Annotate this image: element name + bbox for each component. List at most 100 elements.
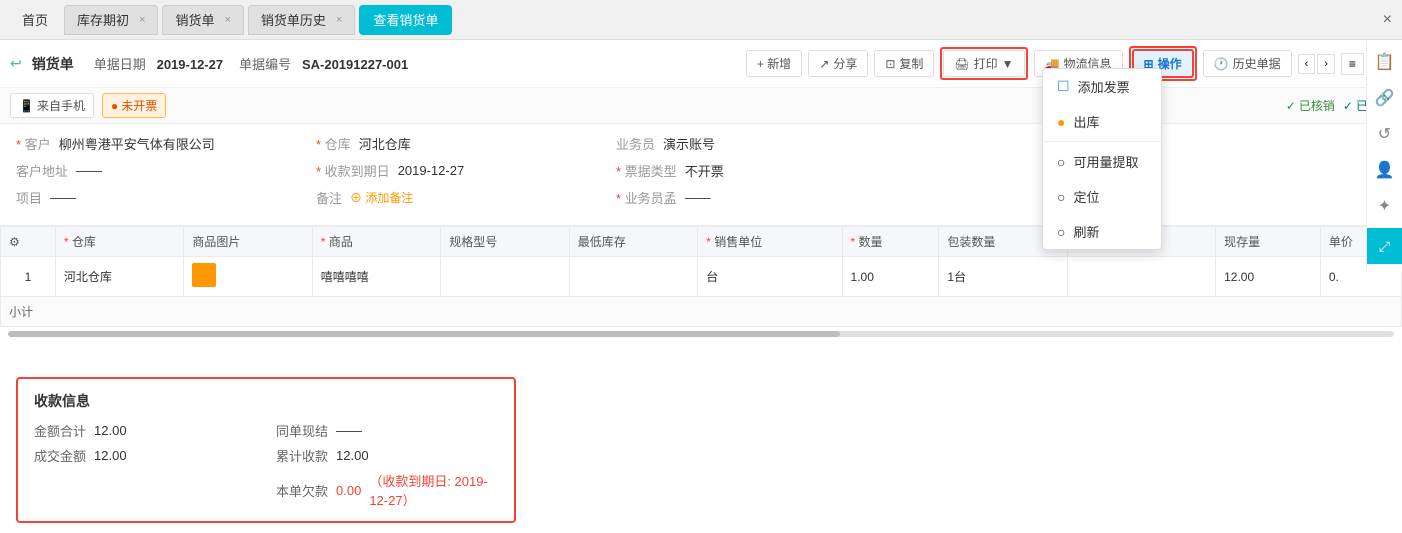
refresh-label: 刷新	[1073, 222, 1099, 241]
warehouse-field: 仓库 河北仓库	[316, 134, 596, 153]
copy-button[interactable]: ⊡ 复制	[874, 50, 934, 77]
ticket-type-value: 不开票	[685, 161, 724, 180]
operation-dropdown: ☐ 添加发票 ● 出库 ○ 可用量提取 ○ 定位 ○ 刷新	[1042, 68, 1162, 250]
sidebar-icon-2[interactable]: 🔗	[1371, 84, 1399, 112]
due-date-label: 收款到期日	[316, 161, 390, 180]
add-note-button[interactable]: ⊕ 添加备注	[350, 189, 413, 206]
sales-history-tab-close[interactable]: ×	[336, 14, 342, 26]
same-order-row: 同单现结 ——	[276, 421, 498, 440]
row-seq: 1	[1, 257, 56, 297]
total-row: 金额合计 12.00	[34, 421, 256, 440]
number-value: SA-20191227-001	[302, 57, 408, 72]
scroll-thumb	[8, 331, 840, 337]
row-package-qty: 1台	[939, 257, 1067, 297]
balance-label: 本单欠款	[276, 481, 328, 500]
sidebar-icon-1[interactable]: 📋	[1371, 48, 1399, 76]
list-view-button[interactable]: ≡	[1341, 53, 1364, 75]
same-order-value: ——	[336, 423, 362, 438]
staff2-value: ——	[685, 190, 711, 205]
row-warehouse: 河北仓库	[55, 257, 183, 297]
sales-order-tab-label: 销货单	[175, 10, 214, 29]
row-current-stock: 12.00	[1216, 257, 1321, 297]
sidebar-icon-3[interactable]: ↺	[1374, 120, 1395, 148]
address-value: ——	[76, 163, 102, 178]
table-header-row: ⚙ * 仓库 商品图片 * 商品 规格型号 最低库存 * 销售单位 * 数量 包…	[1, 227, 1402, 257]
total-value: 12.00	[94, 423, 127, 438]
cumulative-row: 累计收款 12.00	[276, 446, 498, 465]
inventory-tab-close[interactable]: ×	[139, 14, 145, 26]
address-field: 客户地址 ——	[16, 161, 296, 180]
same-order-label: 同单现结	[276, 421, 328, 440]
payment-title: 收款信息	[34, 391, 498, 411]
col-product: * 商品	[312, 227, 440, 257]
project-field: 项目 ——	[16, 188, 296, 207]
print-button[interactable]: 🖨 打印 ▼	[943, 50, 1024, 77]
settings-icon: ⚙	[9, 235, 20, 249]
locate-item[interactable]: ○ 定位	[1043, 179, 1161, 214]
from-phone-button[interactable]: 📱 来自手机	[10, 93, 94, 118]
available-icon: ○	[1057, 154, 1065, 170]
row-available	[1067, 257, 1215, 297]
prev-button[interactable]: ‹	[1298, 54, 1316, 74]
staff-label: 业务员	[616, 134, 655, 153]
not-opened-badge: ● 未开票	[102, 93, 166, 118]
confirmed-label: 已核销	[1299, 97, 1335, 114]
customer-field: 客户 柳州粤港平安气体有限公司	[16, 134, 296, 153]
refresh-item[interactable]: ○ 刷新	[1043, 214, 1161, 249]
tab-view-sales[interactable]: 查看销货单	[359, 5, 452, 35]
address-label: 客户地址	[16, 161, 68, 180]
add-invoice-item[interactable]: ☐ 添加发票	[1043, 69, 1161, 104]
main-close-button[interactable]: ×	[1383, 11, 1392, 29]
invoice-icon: ☐	[1057, 78, 1070, 95]
doc-icon: ↩	[10, 55, 22, 72]
tab-sales-history[interactable]: 销货单历史 ×	[248, 5, 355, 35]
copy-icon: ⊡	[885, 57, 895, 71]
staff-field: 业务员 演示账号	[616, 134, 896, 153]
sidebar-icon-5[interactable]: ✦	[1374, 192, 1395, 220]
new-button[interactable]: + 新增	[746, 50, 802, 77]
outbound-item[interactable]: ● 出库	[1043, 104, 1161, 139]
sales-history-tab-label: 销货单历史	[261, 10, 326, 29]
col-sales-unit: * 销售单位	[698, 227, 842, 257]
locate-icon: ○	[1057, 189, 1065, 205]
check-icon: ✓	[1286, 99, 1296, 113]
expand-button[interactable]: ⤢	[1367, 228, 1402, 264]
tab-sales-order[interactable]: 销货单 ×	[162, 5, 243, 35]
dropdown-divider	[1043, 141, 1161, 142]
secondary-toolbar: 📱 来自手机 ● 未开票 ✓ 已核销 ✓ 已生效	[0, 88, 1402, 124]
staff2-field: 业务员孟 ——	[616, 188, 896, 207]
next-button[interactable]: ›	[1317, 54, 1335, 74]
table-container: ⚙ * 仓库 商品图片 * 商品 规格型号 最低库存 * 销售单位 * 数量 包…	[0, 226, 1402, 367]
col-quantity: * 数量	[842, 227, 939, 257]
tab-inventory-init[interactable]: 库存期初 ×	[64, 5, 158, 35]
tab-home[interactable]: 首页	[10, 5, 60, 35]
col-product-img: 商品图片	[184, 227, 312, 257]
inventory-tab-label: 库存期初	[77, 10, 129, 29]
outbound-label: 出库	[1073, 112, 1099, 131]
scroll-indicator[interactable]	[8, 331, 1394, 337]
number-label: 单据编号 SA-20191227-001	[239, 54, 408, 73]
tab-bar: 首页 库存期初 × 销货单 × 销货单历史 × 查看销货单 ×	[0, 0, 1402, 40]
customer-value: 柳州粤港平安气体有限公司	[59, 134, 215, 153]
col-warehouse: * 仓库	[55, 227, 183, 257]
available-item[interactable]: ○ 可用量提取	[1043, 144, 1161, 179]
balance-note: （收款到期日: 2019-12-27）	[369, 471, 498, 509]
project-value: ——	[50, 190, 76, 205]
total-label: 金额合计	[34, 421, 86, 440]
history-button[interactable]: 🕐 历史单据	[1203, 50, 1292, 77]
sidebar-icon-4[interactable]: 👤	[1371, 156, 1399, 184]
number-label-text: 单据编号	[239, 57, 291, 72]
col-settings: ⚙	[1, 227, 56, 257]
refresh-icon: ○	[1057, 224, 1065, 240]
col-current-stock: 现存量	[1216, 227, 1321, 257]
nav-arrows: ‹ ›	[1298, 54, 1335, 74]
share-button[interactable]: ↗ 分享	[808, 50, 868, 77]
form-row-1: 客户 柳州粤港平安气体有限公司 仓库 河北仓库 业务员 演示账号	[16, 134, 1386, 153]
col-min-stock: 最低库存	[569, 227, 697, 257]
not-opened-label: 未开票	[121, 97, 157, 114]
cumulative-label: 累计收款	[276, 446, 328, 465]
confirmed-status: ✓ 已核销	[1286, 97, 1335, 114]
sales-order-tab-close[interactable]: ×	[224, 14, 230, 26]
customer-label: 客户	[16, 134, 51, 153]
transaction-label: 成交金额	[34, 446, 86, 465]
